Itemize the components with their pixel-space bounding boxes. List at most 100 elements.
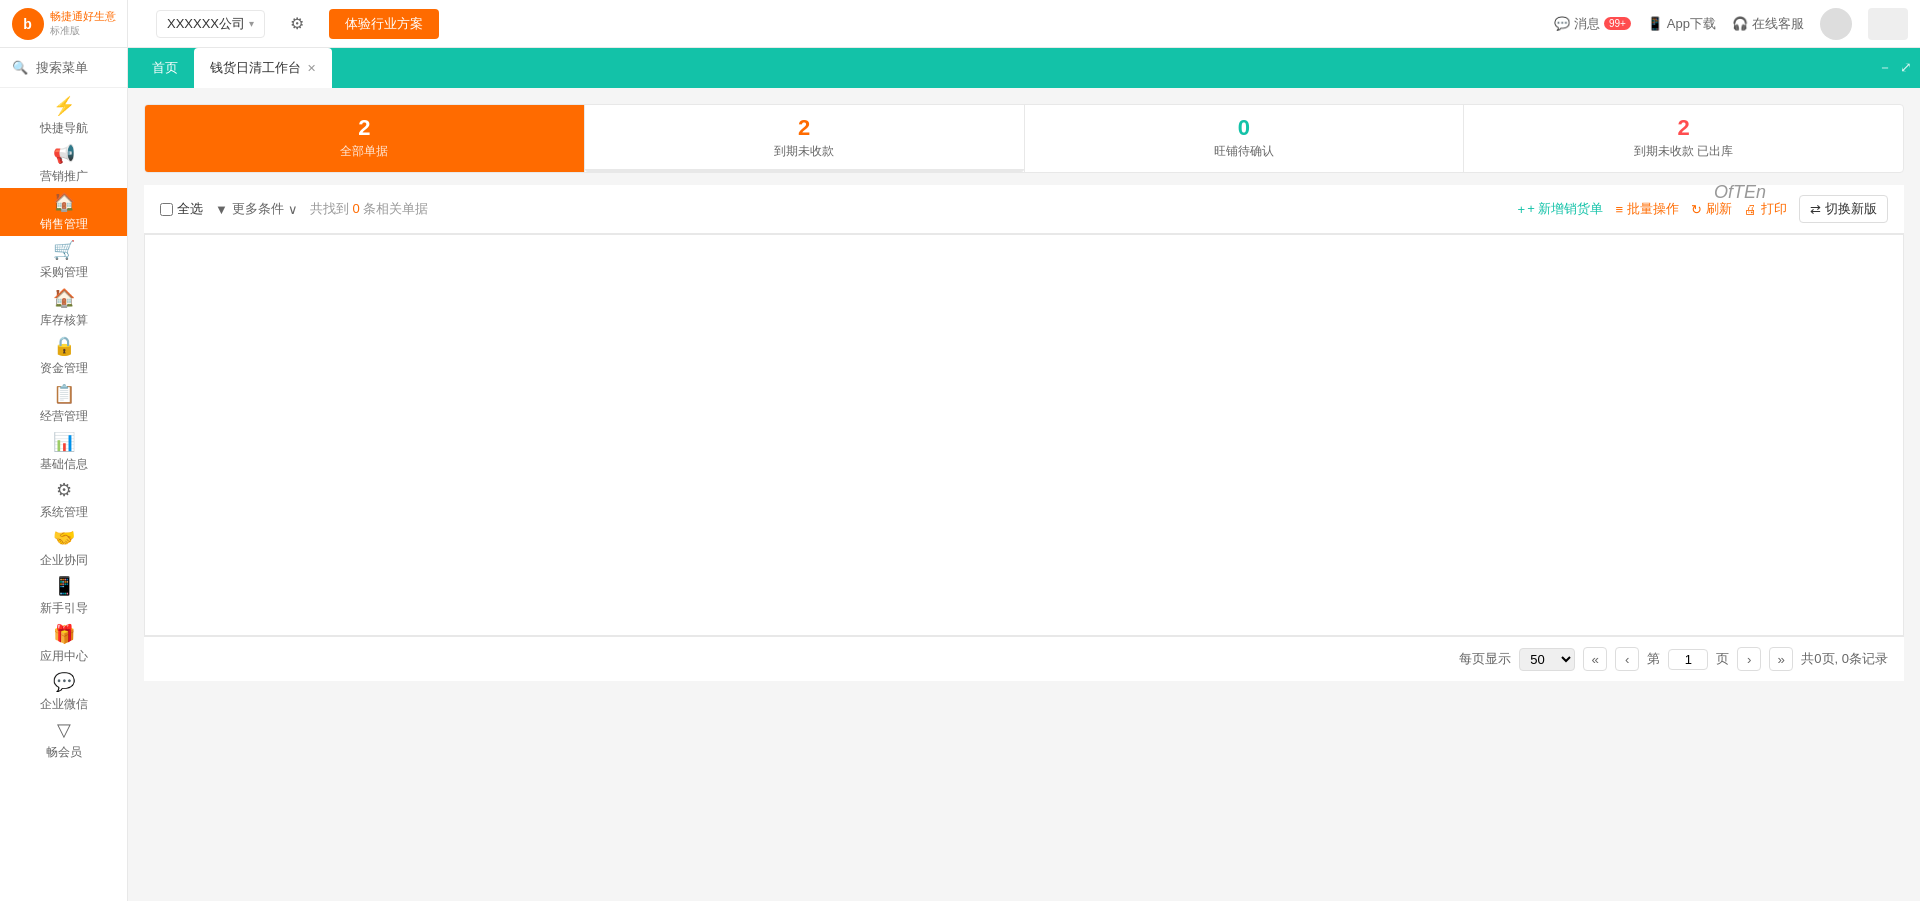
page-label: 第 xyxy=(1647,650,1660,668)
purchase-icon: 🛒 xyxy=(53,239,75,261)
sidebar-item-finance[interactable]: 🔒 资金管理 xyxy=(0,332,127,380)
table-area xyxy=(144,234,1904,636)
stat-label-overdue: 到期未收款 xyxy=(601,143,1008,160)
sidebar-item-guide[interactable]: 📱 新手引导 xyxy=(0,572,127,620)
select-all-input[interactable] xyxy=(160,203,173,216)
search-icon: 🔍 xyxy=(12,60,28,75)
sidebar-item-member[interactable]: ▽ 畅会员 xyxy=(0,716,127,764)
table-empty-state xyxy=(145,235,1903,635)
sidebar-label-weixin: 企业微信 xyxy=(40,696,88,713)
prev-page-button[interactable]: ‹ xyxy=(1615,647,1639,671)
stat-tab-overdue[interactable]: 2 到期未收款 xyxy=(585,105,1025,172)
sidebar-item-operations[interactable]: 📋 经营管理 xyxy=(0,380,127,428)
found-suffix: 条相关单据 xyxy=(363,201,428,216)
inventory-icon: 🏠 xyxy=(53,287,75,309)
guide-icon: 📱 xyxy=(53,575,75,597)
tab-work-bench[interactable]: 钱货日清工作台 ✕ xyxy=(194,48,332,88)
filter-icon: ▼ xyxy=(215,202,228,217)
stat-tab-pending[interactable]: 0 旺铺待确认 xyxy=(1025,105,1465,172)
sidebar-item-weixin[interactable]: 💬 企业微信 xyxy=(0,668,127,716)
switch-label: 切换新版 xyxy=(1825,200,1877,218)
operations-icon: 📋 xyxy=(53,383,75,405)
per-page-label: 每页显示 xyxy=(1459,650,1511,668)
refresh-icon: ↻ xyxy=(1691,202,1702,217)
app-download-item[interactable]: 📱 App下载 xyxy=(1647,15,1716,33)
logo-sub: 标准版 xyxy=(50,24,116,38)
header-right: 💬 消息 99+ 📱 App下载 🎧 在线客服 xyxy=(1554,8,1908,40)
stat-label-all: 全部单据 xyxy=(161,143,568,160)
tab-home-label: 首页 xyxy=(152,59,178,77)
settings-button[interactable]: ⚙ xyxy=(281,8,313,40)
sidebar-item-purchase[interactable]: 🛒 采购管理 xyxy=(0,236,127,284)
app-download-label: App下载 xyxy=(1667,15,1716,33)
online-service-label: 在线客服 xyxy=(1752,15,1804,33)
message-item[interactable]: 💬 消息 99+ xyxy=(1554,15,1631,33)
tab-bar: 首页 钱货日清工作台 ✕ － ⤢ xyxy=(128,48,1920,88)
sidebar-label-quick-nav: 快捷导航 xyxy=(40,120,88,137)
stat-number-shipped: 2 xyxy=(1480,117,1887,139)
gear-icon: ⚙ xyxy=(290,14,304,33)
tab-close-icon[interactable]: ✕ xyxy=(307,62,316,75)
avatar[interactable] xyxy=(1820,8,1852,40)
logo-icon: b xyxy=(12,8,44,40)
basic-info-icon: 📊 xyxy=(53,431,75,453)
pagination-bar: 每页显示 50 100 200 « ‹ 第 页 › » 共0页, 0条记录 xyxy=(144,636,1904,681)
sidebar-label-sales: 销售管理 xyxy=(40,216,88,233)
sidebar: 🔍 搜索菜单 ⚡ 快捷导航 📢 营销推广 🏠 销售管理 🛒 采购管理 🏠 库存核… xyxy=(0,0,128,901)
tab-minimize-button[interactable]: － xyxy=(1878,59,1892,77)
sidebar-label-finance: 资金管理 xyxy=(40,360,88,377)
first-page-button[interactable]: « xyxy=(1583,647,1607,671)
search-menu-item[interactable]: 🔍 搜索菜单 xyxy=(0,48,127,88)
sidebar-label-member: 畅会员 xyxy=(46,744,82,761)
next-page-button[interactable]: › xyxy=(1737,647,1761,671)
tab-work-bench-label: 钱货日清工作台 xyxy=(210,59,301,77)
tab-home[interactable]: 首页 xyxy=(136,48,194,88)
filter-button[interactable]: ▼ 更多条件 ∨ xyxy=(215,200,298,218)
sidebar-item-system[interactable]: ⚙ 系统管理 xyxy=(0,476,127,524)
total-info: 共0页, 0条记录 xyxy=(1801,650,1888,668)
page-number-input[interactable] xyxy=(1668,649,1708,670)
batch-btn-label: 批量操作 xyxy=(1627,200,1679,218)
sidebar-item-sales[interactable]: 🏠 销售管理 xyxy=(0,188,127,236)
stat-number-pending: 0 xyxy=(1041,117,1448,139)
sidebar-label-purchase: 采购管理 xyxy=(40,264,88,281)
sidebar-label-basic-info: 基础信息 xyxy=(40,456,88,473)
sidebar-label-marketing: 营销推广 xyxy=(40,168,88,185)
add-icon: + xyxy=(1518,202,1526,217)
switch-version-button[interactable]: ⇄ 切换新版 xyxy=(1799,195,1888,223)
sidebar-item-marketing[interactable]: 📢 营销推广 xyxy=(0,140,127,188)
company-selector[interactable]: XXXXXX公司 ▾ xyxy=(156,10,265,38)
tab-maximize-button[interactable]: ⤢ xyxy=(1900,59,1912,77)
sidebar-item-inventory[interactable]: 🏠 库存核算 xyxy=(0,284,127,332)
user-menu[interactable] xyxy=(1868,8,1908,40)
online-service-item[interactable]: 🎧 在线客服 xyxy=(1732,15,1804,33)
trial-button[interactable]: 体验行业方案 xyxy=(329,9,439,39)
select-all-checkbox[interactable]: 全选 xyxy=(160,200,203,218)
per-page-select[interactable]: 50 100 200 xyxy=(1519,648,1575,671)
stat-tab-all[interactable]: 2 全部单据 xyxy=(145,105,585,172)
sidebar-label-enterprise: 企业协同 xyxy=(40,552,88,569)
tab-right-actions: － ⤢ xyxy=(1878,59,1912,77)
app-center-icon: 🎁 xyxy=(53,623,75,645)
sidebar-item-basic-info[interactable]: 📊 基础信息 xyxy=(0,428,127,476)
last-page-button[interactable]: » xyxy=(1769,647,1793,671)
main-content: 2 全部单据 2 到期未收款 0 旺铺待确认 2 到期未收款 已出库 全选 ▼ … xyxy=(128,88,1920,901)
add-sale-order-button[interactable]: + + 新增销货单 xyxy=(1518,200,1604,218)
enterprise-icon: 🤝 xyxy=(53,527,75,549)
top-header: b 畅捷通好生意 标准版 XXXXXX公司 ▾ ⚙ 体验行业方案 💬 消息 99… xyxy=(0,0,1920,48)
sidebar-label-inventory: 库存核算 xyxy=(40,312,88,329)
stat-tab-shipped[interactable]: 2 到期未收款 已出库 xyxy=(1464,105,1903,172)
sidebar-menu: ⚡ 快捷导航 📢 营销推广 🏠 销售管理 🛒 采购管理 🏠 库存核算 🔒 资金管… xyxy=(0,88,127,901)
batch-operation-button[interactable]: ≡ 批量操作 xyxy=(1615,200,1679,218)
found-text: 共找到 0 条相关单据 xyxy=(310,200,428,218)
weixin-icon: 💬 xyxy=(53,671,75,693)
sidebar-item-app-center[interactable]: 🎁 应用中心 xyxy=(0,620,127,668)
stat-label-shipped: 到期未收款 已出库 xyxy=(1480,143,1887,160)
toolbar: 全选 ▼ 更多条件 ∨ 共找到 0 条相关单据 + + 新增销货单 ≡ 批量操作… xyxy=(144,185,1904,234)
often-text: OfTEn xyxy=(1714,182,1766,203)
sidebar-item-enterprise[interactable]: 🤝 企业协同 xyxy=(0,524,127,572)
search-menu-label: 搜索菜单 xyxy=(36,59,88,77)
marketing-icon: 📢 xyxy=(53,143,75,165)
sidebar-item-quick-nav[interactable]: ⚡ 快捷导航 xyxy=(0,92,127,140)
select-all-label: 全选 xyxy=(177,200,203,218)
